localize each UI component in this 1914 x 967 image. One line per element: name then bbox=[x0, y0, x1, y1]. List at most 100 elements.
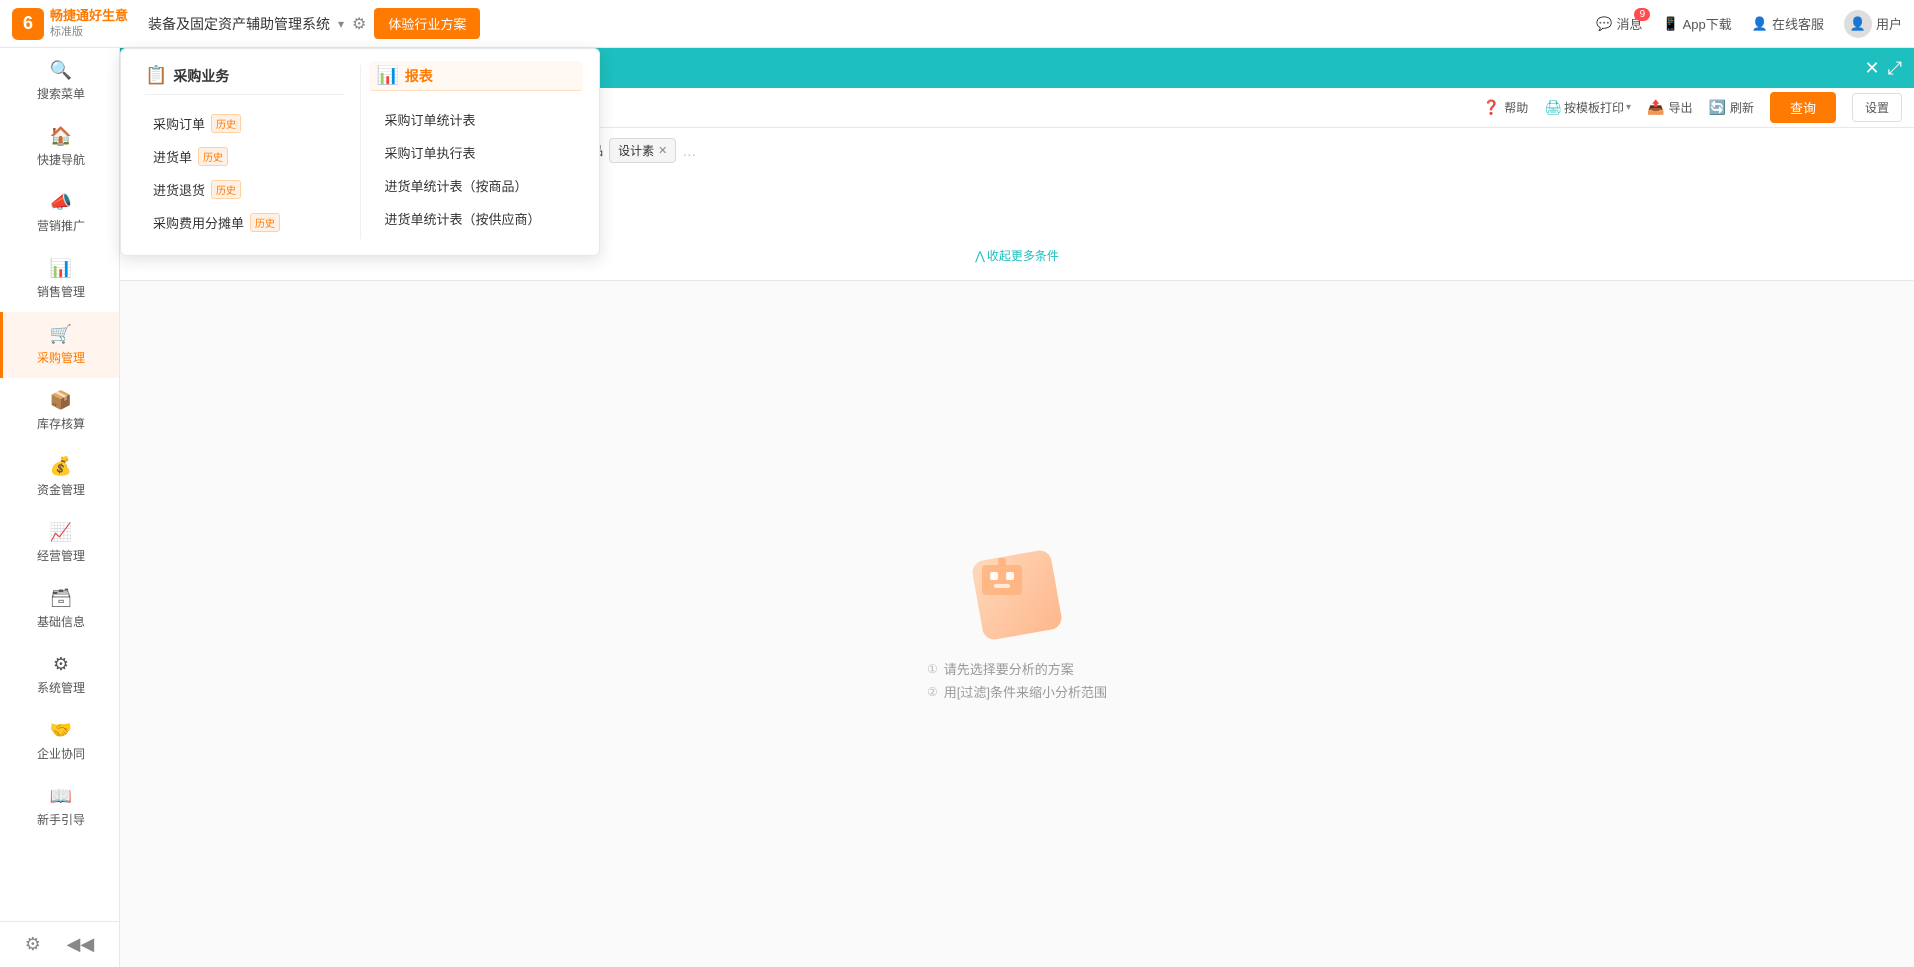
system-arrow-icon[interactable]: ▾ bbox=[338, 17, 344, 31]
menu-item-purchase-fee[interactable]: 采购费用分摊单 历史 bbox=[145, 206, 344, 239]
sidebar-item-system[interactable]: ⚙ 系统管理 bbox=[0, 642, 119, 708]
goods-dots[interactable]: … bbox=[682, 143, 696, 159]
query-button[interactable]: 查询 bbox=[1770, 92, 1836, 123]
export-button[interactable]: 📤 导出 bbox=[1647, 99, 1692, 116]
user-button[interactable]: 👤 用户 bbox=[1844, 10, 1902, 38]
help-button[interactable]: ❓ 帮助 bbox=[1483, 99, 1528, 116]
report-section-icon: 📊 bbox=[377, 65, 399, 86]
online-service-label: 在线客服 bbox=[1772, 14, 1824, 33]
menu-item-inbound-stat-goods[interactable]: 进货单统计表（按商品） bbox=[377, 169, 576, 202]
nav-system: 装备及固定资产辅助管理系统 ▾ ⚙ bbox=[148, 14, 366, 34]
inbound-stat-goods-label: 进货单统计表（按商品） bbox=[385, 176, 528, 195]
menu-item-inbound-return[interactable]: 进货退货 历史 bbox=[145, 173, 344, 206]
sidebar-item-basicinfo[interactable]: 🗃 基础信息 bbox=[0, 576, 119, 642]
sidebar-label-search: 搜索菜单 bbox=[37, 85, 85, 102]
sidebar-item-operation[interactable]: 📈 经营管理 bbox=[0, 510, 119, 576]
inbound-return-label: 进货退货 bbox=[153, 180, 205, 199]
refresh-label: 刷新 bbox=[1730, 99, 1754, 116]
export-icon: 📤 bbox=[1647, 99, 1664, 116]
print-dropdown-icon[interactable]: ▾ bbox=[1626, 102, 1631, 113]
user-avatar: 👤 bbox=[1844, 10, 1872, 38]
operation-icon: 📈 bbox=[50, 522, 72, 543]
menu-item-inbound[interactable]: 进货单 历史 bbox=[145, 140, 344, 173]
online-service-button[interactable]: 👤 在线客服 bbox=[1752, 14, 1824, 33]
sidebar-item-newbie[interactable]: 📖 新手引导 bbox=[0, 774, 119, 840]
message-icon: 💬 bbox=[1596, 16, 1612, 32]
user-label: 用户 bbox=[1876, 14, 1902, 33]
sidebar-item-cooperation[interactable]: 🤝 企业协同 bbox=[0, 708, 119, 774]
sales-icon: 📊 bbox=[50, 258, 72, 279]
menu-item-purchase-order-stat[interactable]: 采购订单统计表 bbox=[377, 103, 576, 136]
help-label: 帮助 bbox=[1504, 99, 1528, 116]
sidebar-item-marketing[interactable]: 📣 营销推广 bbox=[0, 180, 119, 246]
search-icon: 🔍 bbox=[50, 60, 72, 81]
sidebar-item-search[interactable]: 🔍 搜索菜单 bbox=[0, 48, 119, 114]
top-bar-right: 💬 消息 9 📱 App下载 👤 在线客服 👤 用户 bbox=[1596, 10, 1902, 38]
purchase-section-icon: 📋 bbox=[145, 65, 167, 86]
inbound-stat-supplier-label: 进货单统计表（按供应商） bbox=[385, 209, 541, 228]
app-download-label: App下载 bbox=[1683, 14, 1732, 33]
goods-tag-remove-icon[interactable]: ✕ bbox=[658, 144, 667, 157]
sidebar-item-inventory[interactable]: 📦 库存核算 bbox=[0, 378, 119, 444]
refresh-icon: 🔄 bbox=[1709, 99, 1726, 116]
sidebar-settings-icon[interactable]: ⚙ bbox=[25, 934, 41, 955]
purchase-title: 采购业务 bbox=[173, 66, 229, 86]
tab-expand-icon[interactable]: ⤢ bbox=[1888, 58, 1902, 79]
tab-close-window-icon[interactable]: ✕ bbox=[1865, 58, 1880, 79]
sidebar-label-cooperation: 企业协同 bbox=[37, 745, 85, 762]
system-gear-icon[interactable]: ⚙ bbox=[352, 14, 366, 34]
empty-hints: 请先选择要分析的方案 用[过滤]条件来缩小分析范围 bbox=[927, 657, 1107, 703]
inbound-label: 进货单 bbox=[153, 147, 192, 166]
menu-item-inbound-stat-supplier[interactable]: 进货单统计表（按供应商） bbox=[377, 202, 576, 235]
purchase-fee-label: 采购费用分摊单 bbox=[153, 213, 244, 232]
logo-line2: 标准版 bbox=[50, 25, 128, 39]
report-title: 报表 bbox=[405, 66, 433, 86]
sidebar-item-nav[interactable]: 🏠 快捷导航 bbox=[0, 114, 119, 180]
sidebar-collapse-icon[interactable]: ◀◀ bbox=[67, 934, 95, 955]
inventory-icon: 📦 bbox=[50, 390, 72, 411]
cooperation-icon: 🤝 bbox=[50, 720, 72, 741]
system-title: 装备及固定资产辅助管理系统 bbox=[148, 14, 330, 34]
purchase-order-history-tag: 历史 bbox=[211, 114, 241, 133]
sidebar-label-marketing: 营销推广 bbox=[37, 217, 85, 234]
collapse-button[interactable]: ⋀ 收起更多条件 bbox=[975, 247, 1059, 264]
newbie-icon: 📖 bbox=[50, 786, 72, 807]
service-icon: 👤 bbox=[1752, 16, 1768, 32]
purchase-fee-history-tag: 历史 bbox=[250, 213, 280, 232]
sidebar-item-finance[interactable]: 💰 资金管理 bbox=[0, 444, 119, 510]
inbound-return-history-tag: 历史 bbox=[211, 180, 241, 199]
logo-icon: 6 bbox=[12, 8, 44, 40]
menu-item-purchase-order[interactable]: 采购订单 历史 bbox=[145, 107, 344, 140]
sidebar: 🔍 搜索菜单 🏠 快捷导航 📣 营销推广 📊 销售管理 🛒 采购管理 📦 库存核… bbox=[0, 48, 120, 967]
menu-item-purchase-order-exec[interactable]: 采购订单执行表 bbox=[377, 136, 576, 169]
goods-tag-value: 设计素 bbox=[618, 142, 654, 159]
purchase-order-label: 采购订单 bbox=[153, 114, 205, 133]
empty-robot-icon bbox=[972, 550, 1032, 610]
marketing-icon: 📣 bbox=[50, 192, 72, 213]
help-icon: ❓ bbox=[1483, 99, 1500, 116]
sidebar-label-newbie: 新手引导 bbox=[37, 811, 85, 828]
settings-button[interactable]: 设置 bbox=[1852, 93, 1902, 122]
empty-hint-1: 请先选择要分析的方案 bbox=[927, 657, 1107, 680]
message-button[interactable]: 💬 消息 9 bbox=[1596, 14, 1642, 33]
sidebar-item-purchase[interactable]: 🛒 采购管理 bbox=[0, 312, 119, 378]
print-icon: 🖨 bbox=[1544, 99, 1562, 116]
purchase-section-title: 📋 采购业务 bbox=[145, 65, 344, 95]
message-badge: 9 bbox=[1634, 8, 1650, 21]
print-label: 按模板打印 bbox=[1564, 99, 1624, 116]
sidebar-label-basicinfo: 基础信息 bbox=[37, 613, 85, 630]
logo-text: 畅捷通好生意 标准版 bbox=[50, 8, 128, 39]
sidebar-label-operation: 经营管理 bbox=[37, 547, 85, 564]
sidebar-item-sales[interactable]: 📊 销售管理 bbox=[0, 246, 119, 312]
top-bar: 6 畅捷通好生意 标准版 装备及固定资产辅助管理系统 ▾ ⚙ 体验行业方案 💬 … bbox=[0, 0, 1914, 48]
app-download-button[interactable]: 📱 App下载 bbox=[1662, 14, 1731, 33]
refresh-button[interactable]: 🔄 刷新 bbox=[1709, 99, 1754, 116]
goods-tag: 设计素 ✕ bbox=[609, 138, 676, 163]
system-icon: ⚙ bbox=[53, 654, 69, 675]
industry-button[interactable]: 体验行业方案 bbox=[374, 8, 480, 39]
empty-illustration bbox=[967, 545, 1067, 645]
report-section: 📊 报表 采购订单统计表 采购订单执行表 进货单统计表（按商品） 进货单统计表（… bbox=[369, 65, 584, 239]
print-button[interactable]: 🖨 按模板打印 ▾ bbox=[1544, 99, 1631, 116]
sidebar-label-system: 系统管理 bbox=[37, 679, 85, 696]
purchase-dropdown-menu: 📋 采购业务 采购订单 历史 进货单 历史 进货退货 历史 采购费用分摊单 历史… bbox=[120, 48, 600, 256]
